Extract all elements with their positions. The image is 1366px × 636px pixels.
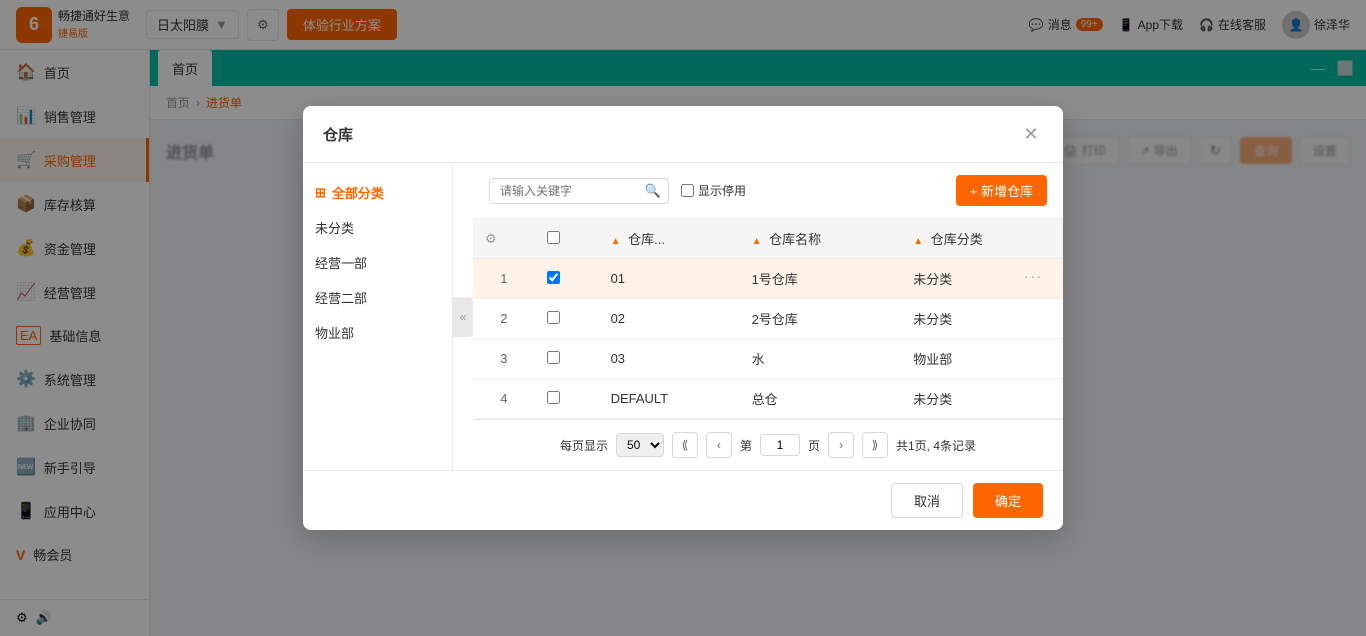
sidebar-collapse-button[interactable]: « (453, 297, 473, 337)
row-checkbox-cell[interactable] (535, 259, 599, 299)
warehouse-modal: 仓库 ✕ ⊞ 全部分类 未分类 经营一部 经营二部 (303, 106, 1063, 530)
row-code-cell: 03 (599, 339, 740, 379)
row-checkbox[interactable] (547, 391, 560, 404)
modal-sidebar: ⊞ 全部分类 未分类 经营一部 经营二部 物业部 (303, 163, 453, 470)
table-row[interactable]: 4 DEFAULT 总仓 未分类 (473, 379, 1063, 419)
modal-sidebar-item-label: 未分类 (315, 221, 354, 236)
table-header: ⚙ ▲ 仓库... ▲ 仓库名称 (473, 219, 1063, 259)
table-row[interactable]: 1 01 1号仓库 未分类··· (473, 259, 1063, 299)
modal-sidebar-item-label: 物业部 (315, 326, 354, 341)
table-row[interactable]: 2 02 2号仓库 未分类 (473, 299, 1063, 339)
modal-action-footer: 取消 确定 (303, 470, 1063, 530)
modal-overlay: 仓库 ✕ ⊞ 全部分类 未分类 经营一部 经营二部 (0, 0, 1366, 636)
col-category-label: 仓库分类 (931, 232, 983, 247)
page-first-button[interactable]: ⟪ (672, 432, 698, 458)
page-label: 第 (740, 437, 752, 454)
row-name-cell: 总仓 (740, 379, 902, 419)
warehouse-search-input[interactable] (489, 178, 669, 204)
modal-sidebar-item-1[interactable]: 经营一部 (303, 245, 452, 280)
table-row[interactable]: 3 03 水 物业部 (473, 339, 1063, 379)
col-settings[interactable]: ⚙ (473, 219, 535, 259)
modal-title: 仓库 (323, 124, 353, 145)
row-num-cell: 1 (473, 259, 535, 299)
sort-cat-icon: ▲ (913, 236, 923, 247)
warehouse-table: ⚙ ▲ 仓库... ▲ 仓库名称 (473, 219, 1063, 419)
warehouse-table-wrap: ⚙ ▲ 仓库... ▲ 仓库名称 (473, 219, 1063, 419)
cancel-button[interactable]: 取消 (891, 483, 963, 518)
col-settings-icon[interactable]: ⚙ (485, 231, 497, 246)
row-name-cell: 1号仓库 (740, 259, 902, 299)
per-page-label: 每页显示 (560, 437, 608, 454)
row-checkbox-cell[interactable] (535, 379, 599, 419)
row-num-cell: 3 (473, 339, 535, 379)
col-name-header[interactable]: ▲ 仓库名称 (740, 219, 902, 259)
add-warehouse-label: + 新增仓库 (970, 181, 1033, 200)
show-disabled-text: 显示停用 (698, 182, 746, 199)
row-code-cell: DEFAULT (599, 379, 740, 419)
modal-main-content: 🔍 显示停用 + 新增仓库 ⚙ (473, 163, 1063, 470)
modal-header: 仓库 ✕ (303, 106, 1063, 163)
row-checkbox-cell[interactable] (535, 339, 599, 379)
row-name-cell: 2号仓库 (740, 299, 902, 339)
sort-name-icon: ▲ (752, 236, 762, 247)
row-checkbox[interactable] (547, 351, 560, 364)
row-category-cell: 物业部 (901, 339, 1063, 379)
col-name-label: 仓库名称 (769, 232, 821, 247)
show-disabled-checkbox[interactable] (681, 184, 694, 197)
modal-sidebar-all-label: 全部分类 (332, 183, 384, 202)
page-suffix: 页 (808, 437, 820, 454)
row-category-cell: 未分类 (901, 299, 1063, 339)
row-code-cell: 01 (599, 259, 740, 299)
row-checkbox[interactable] (547, 271, 560, 284)
modal-sidebar-item-2[interactable]: 经营二部 (303, 280, 452, 315)
modal-body: ⊞ 全部分类 未分类 经营一部 经营二部 物业部 « (303, 163, 1063, 470)
col-category-header[interactable]: ▲ 仓库分类 (901, 219, 1063, 259)
page-next-button[interactable]: › (828, 432, 854, 458)
pagination-bar: 每页显示 50 ⟪ ‹ 第 页 › ⟫ 共1页, 4条记录 (473, 419, 1063, 470)
per-page-select[interactable]: 50 (616, 433, 664, 457)
modal-toolbar: 🔍 显示停用 + 新增仓库 (473, 163, 1063, 219)
row-num-cell: 2 (473, 299, 535, 339)
col-code-header[interactable]: ▲ 仓库... (599, 219, 740, 259)
select-all-checkbox[interactable] (547, 231, 560, 244)
page-number-input[interactable] (760, 434, 800, 456)
row-name-cell: 水 (740, 339, 902, 379)
search-wrap: 🔍 (489, 178, 669, 204)
modal-sidebar-item-label: 经营二部 (315, 291, 367, 306)
modal-close-button[interactable]: ✕ (1019, 122, 1043, 146)
search-icon[interactable]: 🔍 (645, 183, 661, 199)
sort-icon: ▲ (611, 236, 621, 247)
page-prev-button[interactable]: ‹ (706, 432, 732, 458)
row-category-cell: 未分类 (901, 379, 1063, 419)
row-checkbox-cell[interactable] (535, 299, 599, 339)
modal-sidebar-item-0[interactable]: 未分类 (303, 210, 452, 245)
row-code-cell: 02 (599, 299, 740, 339)
col-checkbox-header[interactable] (535, 219, 599, 259)
grid-icon: ⊞ (315, 185, 326, 201)
row-checkbox[interactable] (547, 311, 560, 324)
modal-sidebar-item-3[interactable]: 物业部 (303, 315, 452, 350)
row-actions-icon[interactable]: ··· (1024, 269, 1043, 284)
page-last-button[interactable]: ⟫ (862, 432, 888, 458)
total-info: 共1页, 4条记录 (896, 437, 976, 454)
confirm-button[interactable]: 确定 (973, 483, 1043, 518)
col-code-label: 仓库... (628, 232, 665, 247)
row-num-cell: 4 (473, 379, 535, 419)
show-disabled-label[interactable]: 显示停用 (681, 182, 746, 199)
modal-sidebar-item-label: 经营一部 (315, 256, 367, 271)
row-category-cell: 未分类··· (901, 259, 1063, 299)
table-body: 1 01 1号仓库 未分类··· 2 02 2号仓库 未分类 3 03 水 物业… (473, 259, 1063, 419)
modal-sidebar-all-category[interactable]: ⊞ 全部分类 (303, 175, 452, 210)
add-warehouse-button[interactable]: + 新增仓库 (956, 175, 1047, 206)
